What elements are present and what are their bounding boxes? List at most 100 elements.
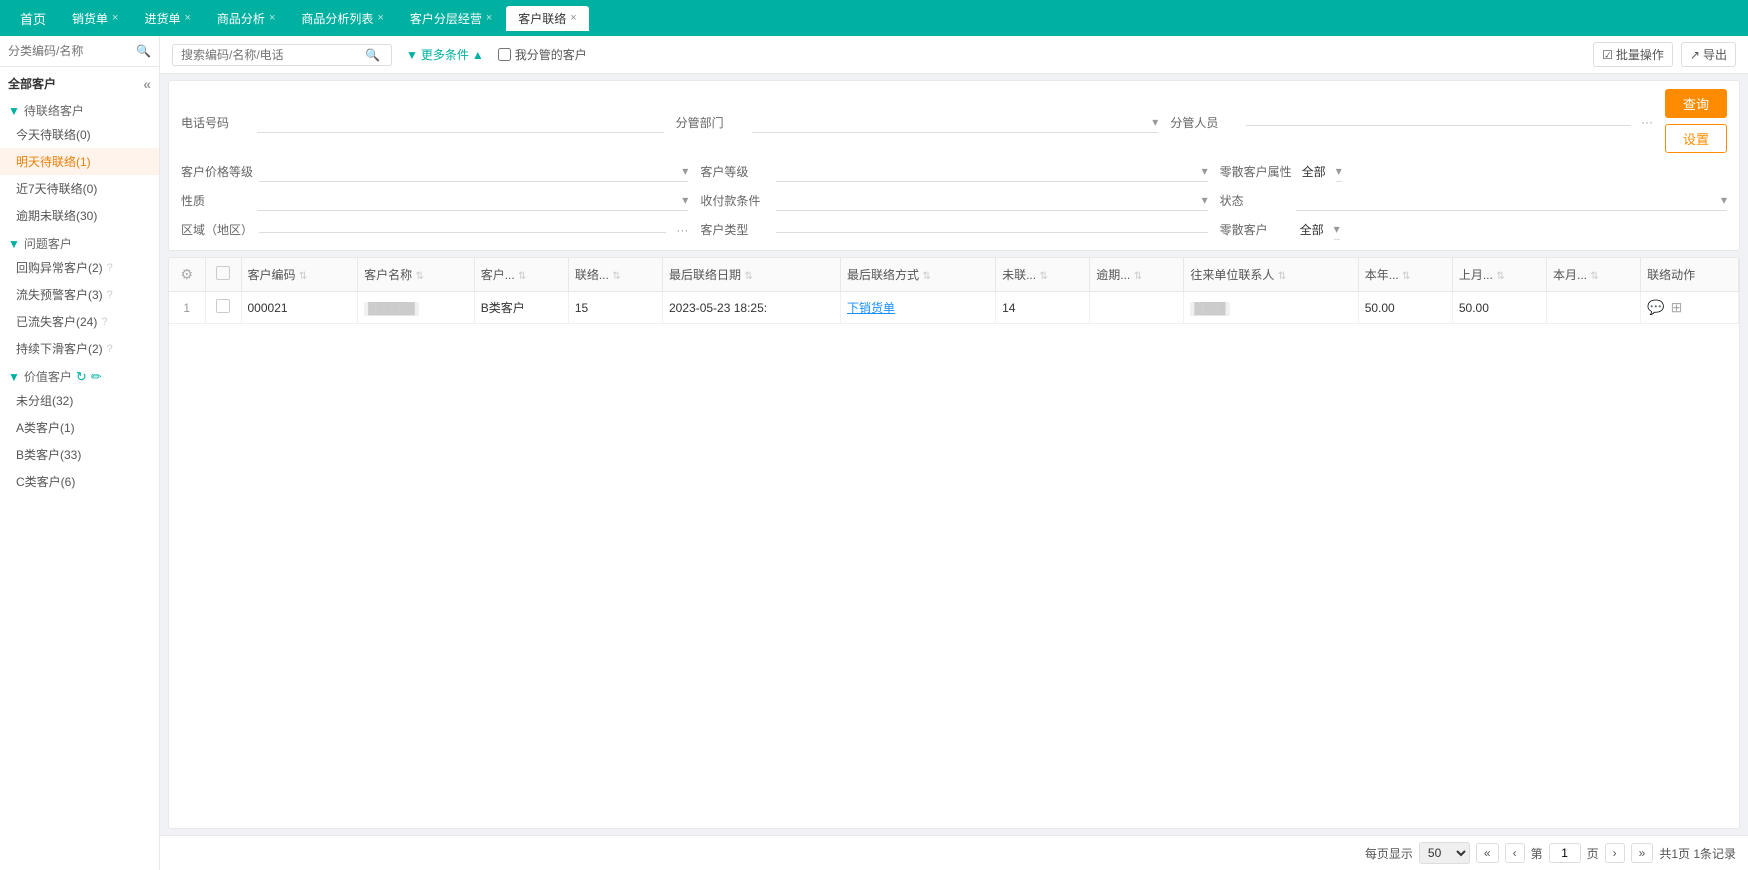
close-goods-analysis-tab[interactable]: × [269,12,275,24]
sidebar-group-pending[interactable]: ▼ 待联络客户 [0,96,159,121]
close-customer-contact-tab[interactable]: × [570,12,576,24]
edit-icon[interactable]: ✏ [91,369,102,385]
col-last-month[interactable]: 上月... ⇅ [1452,258,1546,292]
col-customer-code[interactable]: 客户编码 ⇅ [241,258,358,292]
table-settings-icon[interactable]: ⚙ [180,266,193,282]
query-btn[interactable]: 查询 [1665,89,1727,118]
sidebar-search-input[interactable] [8,44,132,58]
all-customers-header[interactable]: 全部客户 « [0,67,159,96]
sidebar-item-type-a[interactable]: A类客户(1) [0,414,159,441]
sort-unit-contact-icon[interactable]: ⇅ [1278,271,1286,282]
refresh-icon[interactable]: ↻ [76,369,87,385]
prev-page-btn[interactable]: ‹ [1505,843,1525,863]
row-checkbox[interactable] [205,292,241,324]
col-last-contact-date[interactable]: 最后联络日期 ⇅ [663,258,841,292]
sidebar-item-tomorrow[interactable]: 明天待联络(1) [0,148,159,175]
filter-region-select[interactable] [259,226,666,233]
filter-retail-customer-select[interactable]: ▾ [1334,219,1340,240]
page-size-select[interactable]: 50 10 20 100 [1419,842,1470,864]
sort-contact-count-icon[interactable]: ⇅ [612,271,620,282]
filter-phone-input[interactable] [257,112,664,133]
sort-no-contact-icon[interactable]: ⇅ [1039,271,1047,282]
sidebar-item-declining[interactable]: 持续下滑客户(2) ? [0,335,159,362]
filter-dept-select[interactable]: ▾ [752,112,1159,133]
col-checkbox[interactable] [205,258,241,292]
sort-customer-type-icon[interactable]: ⇅ [518,271,526,282]
nav-goods-analysis[interactable]: 商品分析 × [205,6,287,31]
sidebar-item-ungrouped[interactable]: 未分组(32) [0,387,159,414]
col-contact-count[interactable]: 联络... ⇅ [568,258,662,292]
sidebar-item-week[interactable]: 近7天待联络(0) [0,175,159,202]
close-purchase-tab[interactable]: × [184,12,190,24]
filter-payment-select[interactable]: ▾ [776,190,1207,211]
close-sales-tab[interactable]: × [112,12,118,24]
nav-customer-contact[interactable]: 客户联络 × [506,6,588,31]
row-last-contact-method[interactable]: 下销货单 [841,292,996,324]
message-action-icon[interactable]: 💬 [1647,299,1664,316]
export-btn[interactable]: ↗ 导出 [1681,42,1736,67]
sort-last-contact-method-icon[interactable]: ⇅ [922,271,930,282]
first-page-btn[interactable]: « [1476,843,1499,863]
filter-status-select[interactable]: ▾ [1296,190,1727,211]
nav-purchase[interactable]: 进货单 × [132,6,202,31]
grid-action-icon[interactable]: ⊞ [1671,299,1683,316]
region-ellipsis-icon[interactable]: ··· [676,223,688,237]
col-this-month[interactable]: 本月... ⇅ [1547,258,1641,292]
help-icon-3[interactable]: ? [101,316,107,328]
sidebar-item-churn-warning[interactable]: 流失预警客户(3) ? [0,281,159,308]
nav-customer-tier[interactable]: 客户分层经营 × [398,6,504,31]
page-input[interactable] [1549,843,1581,863]
nav-goods-analysis-list[interactable]: 商品分析列表 × [289,6,395,31]
close-customer-tier-tab[interactable]: × [486,12,492,24]
sidebar-item-type-c[interactable]: C类客户(6) [0,468,159,495]
col-unit-contact[interactable]: 往来单位联系人 ⇅ [1184,258,1358,292]
last-page-btn[interactable]: » [1631,843,1654,863]
sort-overdue-icon[interactable]: ⇅ [1134,271,1142,282]
sidebar-search-icon[interactable]: 🔍 [136,44,151,58]
help-icon-2[interactable]: ? [107,289,113,301]
manager-ellipsis-icon[interactable]: ··· [1641,115,1653,129]
filter-price-level-select[interactable]: ▾ [259,161,688,182]
sort-this-year-icon[interactable]: ⇅ [1402,271,1410,282]
close-goods-analysis-list-tab[interactable]: × [377,12,383,24]
col-overdue[interactable]: 逾期... ⇅ [1090,258,1184,292]
sort-last-contact-date-icon[interactable]: ⇅ [744,271,752,282]
filter-more-btn[interactable]: ▼ 更多条件 ▲ [400,43,490,66]
sort-this-month-icon[interactable]: ⇅ [1590,271,1598,282]
filter-customer-level-select[interactable]: ▾ [776,161,1207,182]
col-customer-type[interactable]: 客户... ⇅ [474,258,568,292]
col-no-contact[interactable]: 未联... ⇅ [996,258,1090,292]
sidebar-item-overdue[interactable]: 逾期未联络(30) [0,202,159,229]
col-last-contact-method[interactable]: 最后联络方式 ⇅ [841,258,996,292]
col-gear[interactable]: ⚙ [169,258,205,292]
sort-customer-code-icon[interactable]: ⇅ [299,271,307,282]
filter-manager-select[interactable] [1246,119,1631,126]
next-page-btn[interactable]: › [1605,843,1625,863]
my-customers-checkbox[interactable] [498,48,511,61]
my-customers-check[interactable]: 我分管的客户 [498,46,587,63]
search-input[interactable] [181,48,361,62]
sidebar-group-problem[interactable]: ▼ 问题客户 [0,229,159,254]
help-icon-1[interactable]: ? [107,262,113,274]
select-all-checkbox[interactable] [216,266,230,280]
search-icon[interactable]: 🔍 [365,48,380,62]
settings-btn[interactable]: 设置 [1665,124,1727,153]
nav-home[interactable]: 首页 [8,5,58,32]
last-contact-method-link[interactable]: 下销货单 [847,301,895,315]
sidebar-item-churned[interactable]: 已流失客户(24) ? [0,308,159,335]
sidebar-item-repurchase[interactable]: 回购异常客户(2) ? [0,254,159,281]
help-icon-4[interactable]: ? [107,343,113,355]
sidebar-collapse-icon[interactable]: « [143,76,151,92]
filter-retail-attr-select[interactable]: ▾ [1336,161,1342,182]
batch-ops-btn[interactable]: ☑ 批量操作 [1593,42,1673,67]
filter-nature-select[interactable]: ▾ [257,190,688,211]
sort-last-month-icon[interactable]: ⇅ [1496,271,1504,282]
filter-customer-type-select[interactable] [776,226,1207,233]
sort-customer-name-icon[interactable]: ⇅ [415,271,423,282]
row-select-checkbox[interactable] [216,299,230,313]
sidebar-item-type-b[interactable]: B类客户(33) [0,441,159,468]
sidebar-group-value[interactable]: ▼ 价值客户 ↻ ✏ [0,362,159,387]
sidebar-item-today[interactable]: 今天待联络(0) [0,121,159,148]
col-this-year[interactable]: 本年... ⇅ [1358,258,1452,292]
nav-sales[interactable]: 销货单 × [60,6,130,31]
